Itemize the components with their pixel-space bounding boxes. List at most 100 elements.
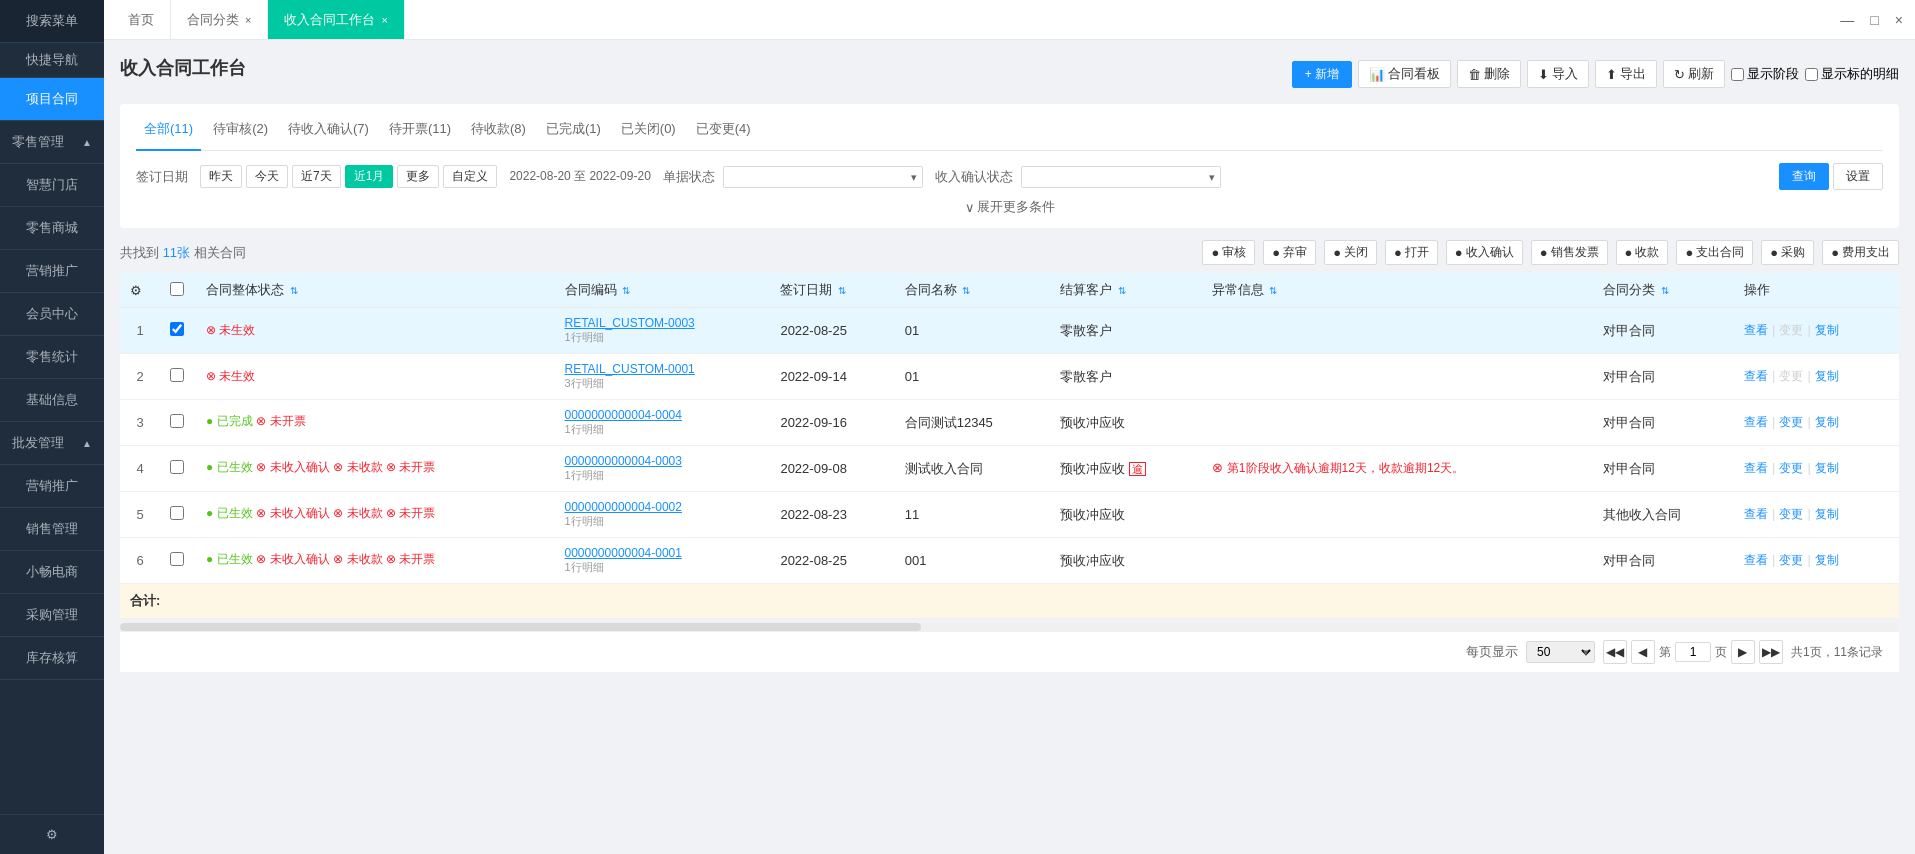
row-select-checkbox[interactable] (170, 414, 184, 428)
import-button[interactable]: ⬇ 导入 (1527, 60, 1589, 88)
page-number-input[interactable] (1675, 642, 1711, 662)
status-tab-pending-confirm[interactable]: 待收入确认(7) (280, 116, 377, 142)
prev-page-button[interactable]: ◀ (1631, 640, 1655, 664)
tab-home[interactable]: 首页 (112, 0, 171, 39)
tab-contract-category[interactable]: 合同分类 × (171, 0, 268, 39)
sidebar-item-purchase[interactable]: 采购管理 (0, 594, 104, 637)
contract-board-button[interactable]: 📊 合同看板 (1358, 60, 1451, 88)
contract-link[interactable]: 0000000000004-0004 (565, 408, 761, 422)
sidebar-item-retail-mall[interactable]: 零售商城 (0, 207, 104, 250)
status-tab-pending-invoice[interactable]: 待开票(11) (381, 116, 459, 142)
row-select-checkbox[interactable] (170, 552, 184, 566)
expand-button[interactable]: ∨ 展开更多条件 (965, 198, 1055, 216)
copy-link[interactable]: 复制 (1815, 552, 1839, 569)
view-link[interactable]: 查看 (1744, 322, 1768, 339)
status-tab-closed[interactable]: 已关闭(0) (613, 116, 684, 142)
collect-payment-button[interactable]: ● 收款 (1616, 240, 1669, 265)
search-button[interactable]: 查询 (1779, 163, 1829, 190)
status-tab-pending-review[interactable]: 待审核(2) (205, 116, 276, 142)
open-contract-button[interactable]: ● 打开 (1385, 240, 1438, 265)
sidebar-item-marketing[interactable]: 营销推广 (0, 250, 104, 293)
add-button[interactable]: + 新增 (1292, 61, 1352, 88)
row-select-checkbox[interactable] (170, 322, 184, 336)
change-link[interactable]: 变更 (1779, 368, 1803, 385)
sidebar-item-retail-stats[interactable]: 零售统计 (0, 336, 104, 379)
audit-button[interactable]: ● 审核 (1202, 240, 1255, 265)
sidebar-item-sales-mgmt[interactable]: 销售管理 (0, 508, 104, 551)
more-btn[interactable]: 更多 (397, 165, 439, 188)
expense-contract-button[interactable]: ● 支出合同 (1676, 240, 1753, 265)
purchase-button[interactable]: ● 采购 (1761, 240, 1814, 265)
close-contract-button[interactable]: ● 关闭 (1324, 240, 1377, 265)
scrollbar[interactable] (120, 623, 1899, 631)
view-link[interactable]: 查看 (1744, 506, 1768, 523)
copy-link[interactable]: 复制 (1815, 460, 1839, 477)
sidebar-quick-nav[interactable]: 快捷导航 (0, 43, 104, 78)
sidebar-item-smart-store[interactable]: 智慧门店 (0, 164, 104, 207)
sidebar-item-project-contract[interactable]: 项目合同 (0, 78, 104, 121)
delete-button[interactable]: 🗑 删除 (1457, 60, 1521, 88)
change-link[interactable]: 变更 (1779, 322, 1803, 339)
last-page-button[interactable]: ▶▶ (1759, 640, 1783, 664)
close-window-icon[interactable]: × (1891, 8, 1907, 32)
view-link[interactable]: 查看 (1744, 552, 1768, 569)
cost-expense-button[interactable]: ● 费用支出 (1822, 240, 1899, 265)
first-page-button[interactable]: ◀◀ (1603, 640, 1627, 664)
minimize-icon[interactable]: — (1836, 8, 1858, 32)
sidebar-item-inventory[interactable]: 库存核算 (0, 637, 104, 680)
change-link[interactable]: 变更 (1779, 460, 1803, 477)
sales-invoice-button[interactable]: ● 销售发票 (1531, 240, 1608, 265)
sidebar-item-ecommerce[interactable]: 小畅电商 (0, 551, 104, 594)
maximize-icon[interactable]: □ (1866, 8, 1882, 32)
contract-link[interactable]: 0000000000004-0003 (565, 454, 761, 468)
refresh-button[interactable]: ↻ 刷新 (1663, 60, 1725, 88)
change-link[interactable]: 变更 (1779, 506, 1803, 523)
row-select-checkbox[interactable] (170, 368, 184, 382)
sidebar-item-marketing2[interactable]: 营销推广 (0, 465, 104, 508)
income-confirm-button[interactable]: ● 收入确认 (1446, 240, 1523, 265)
confirm-select[interactable] (1021, 166, 1221, 188)
status-tab-changed[interactable]: 已变更(4) (688, 116, 759, 142)
change-link[interactable]: 变更 (1779, 552, 1803, 569)
tab-income-contract[interactable]: 收入合同工作台 × (268, 0, 404, 39)
contract-link[interactable]: RETAIL_CUSTOM-0001 (565, 362, 761, 376)
contract-link[interactable]: 0000000000004-0001 (565, 546, 761, 560)
view-link[interactable]: 查看 (1744, 460, 1768, 477)
copy-link[interactable]: 复制 (1815, 368, 1839, 385)
close-tab-icon[interactable]: × (245, 14, 251, 26)
status-tab-pending-payment[interactable]: 待收款(8) (463, 116, 534, 142)
status-tab-completed[interactable]: 已完成(1) (538, 116, 609, 142)
yesterday-btn[interactable]: 昨天 (200, 165, 242, 188)
next-page-button[interactable]: ▶ (1731, 640, 1755, 664)
sidebar-search[interactable]: 搜索菜单 (0, 0, 104, 43)
sidebar-item-retail-mgmt[interactable]: 零售管理 ▲ (0, 121, 104, 164)
show-stage-checkbox[interactable]: 显示阶段 (1731, 65, 1799, 83)
abandon-audit-button[interactable]: ● 弃审 (1263, 240, 1316, 265)
sidebar-item-wholesale[interactable]: 批发管理 ▲ (0, 422, 104, 465)
view-link[interactable]: 查看 (1744, 368, 1768, 385)
copy-link[interactable]: 复制 (1815, 414, 1839, 431)
status-tab-all[interactable]: 全部(11) (136, 116, 201, 151)
last1month-btn[interactable]: 近1月 (345, 165, 394, 188)
row-select-checkbox[interactable] (170, 506, 184, 520)
sidebar-item-base-info[interactable]: 基础信息 (0, 379, 104, 422)
status-select[interactable] (723, 166, 923, 188)
custom-btn[interactable]: 自定义 (443, 165, 497, 188)
settings-button[interactable]: 设置 (1833, 163, 1883, 190)
row-select-checkbox[interactable] (170, 460, 184, 474)
close-tab-icon[interactable]: × (381, 14, 387, 26)
copy-link[interactable]: 复制 (1815, 506, 1839, 523)
change-link[interactable]: 变更 (1779, 414, 1803, 431)
sidebar-settings[interactable]: ⚙ (0, 814, 104, 854)
contract-link[interactable]: 0000000000004-0002 (565, 500, 761, 514)
show-detail-checkbox[interactable]: 显示标的明细 (1805, 65, 1899, 83)
last7days-btn[interactable]: 近7天 (292, 165, 341, 188)
view-link[interactable]: 查看 (1744, 414, 1768, 431)
export-button[interactable]: ⬆ 导出 (1595, 60, 1657, 88)
sidebar-item-member[interactable]: 会员中心 (0, 293, 104, 336)
today-btn[interactable]: 今天 (246, 165, 288, 188)
select-all-checkbox[interactable] (170, 282, 184, 296)
contract-link[interactable]: RETAIL_CUSTOM-0003 (565, 316, 761, 330)
copy-link[interactable]: 复制 (1815, 322, 1839, 339)
page-size-select[interactable]: 50 100 (1526, 641, 1595, 663)
